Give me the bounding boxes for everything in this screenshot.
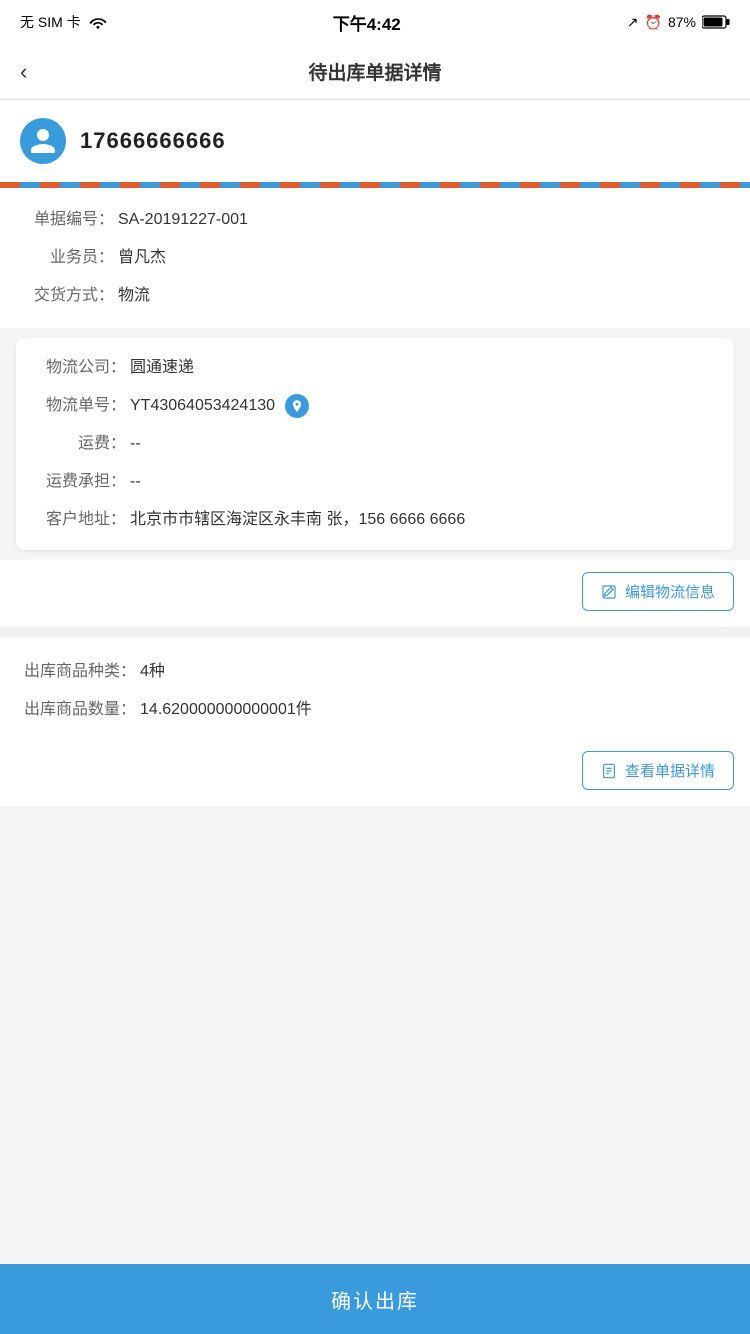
sales-person-value: 曾凡杰: [118, 246, 726, 270]
tracking-number-value: YT43064053424130: [130, 394, 275, 418]
address-value: 北京市市辖区海淀区永丰南 张，156 6666 6666: [130, 508, 714, 532]
address-label: 客户地址：: [36, 508, 126, 532]
battery-icon: [702, 15, 730, 29]
page-title: 待出库单据详情: [308, 58, 441, 85]
location-pin-button[interactable]: [285, 394, 309, 418]
customer-phone: 17666666666: [80, 128, 226, 154]
edit-icon: [601, 584, 617, 600]
logistics-card: 物流公司： 圆通速递 物流单号： YT43064053424130 运费： --…: [16, 338, 734, 550]
status-bar: 无 SIM 卡 下午4:42 ↗ ⏰ 87%: [0, 0, 750, 44]
freight-bearer-value: --: [130, 470, 714, 494]
delivery-method-label: 交货方式：: [24, 284, 114, 308]
tracking-number-row: 物流单号： YT43064053424130: [36, 394, 714, 418]
document-number-label: 单据编号：: [24, 208, 114, 232]
product-quantity-value: 14.620000000000001件: [140, 695, 312, 719]
battery-text: 87%: [668, 14, 696, 30]
alarm-icon: ⏰: [645, 14, 662, 31]
document-icon: [601, 763, 617, 779]
product-quantity-row: 出库商品数量： 14.620000000000001件: [24, 695, 726, 719]
freight-bearer-label: 运费承担：: [36, 470, 126, 494]
product-category-row: 出库商品种类： 4种: [24, 657, 726, 681]
document-number-value: SA-20191227-001: [118, 208, 726, 232]
bottom-spacer: [0, 806, 750, 886]
section-separator: [0, 627, 750, 637]
wifi-icon: [89, 15, 107, 29]
view-detail-button[interactable]: 查看单据详情: [582, 751, 734, 790]
delivery-method-row: 交货方式： 物流: [24, 284, 726, 308]
edit-btn-label: 编辑物流信息: [625, 581, 715, 602]
view-detail-btn-label: 查看单据详情: [625, 760, 715, 781]
confirm-btn-label: 确认出库: [331, 1285, 419, 1314]
product-quantity-label: 出库商品数量：: [24, 695, 136, 719]
confirm-button[interactable]: 确认出库: [0, 1264, 750, 1334]
logistics-company-label: 物流公司：: [36, 356, 126, 380]
customer-header: 17666666666: [0, 100, 750, 182]
document-number-row: 单据编号： SA-20191227-001: [24, 208, 726, 232]
status-bar-time: 下午4:42: [333, 10, 401, 35]
person-icon: [28, 126, 58, 156]
logistics-company-value: 圆通速递: [130, 356, 714, 380]
sales-person-row: 业务员： 曾凡杰: [24, 246, 726, 270]
nav-bar: ‹ 待出库单据详情: [0, 44, 750, 100]
logistics-company-row: 物流公司： 圆通速递: [36, 356, 714, 380]
freight-bearer-row: 运费承担： --: [36, 470, 714, 494]
freight-row: 运费： --: [36, 432, 714, 456]
freight-value: --: [130, 432, 714, 456]
status-bar-left: 无 SIM 卡: [20, 12, 107, 32]
edit-logistics-button[interactable]: 编辑物流信息: [582, 572, 734, 611]
tracking-number-label: 物流单号：: [36, 394, 126, 418]
tracking-row: YT43064053424130: [126, 394, 309, 418]
sales-person-label: 业务员：: [24, 246, 114, 270]
back-button[interactable]: ‹: [20, 51, 39, 93]
location-icon: ↗: [627, 14, 639, 31]
edit-btn-container: 编辑物流信息: [0, 560, 750, 627]
status-bar-right: ↗ ⏰ 87%: [627, 14, 730, 31]
product-category-label: 出库商品种类：: [24, 657, 136, 681]
product-section: 出库商品种类： 4种 出库商品数量： 14.620000000000001件: [0, 637, 750, 739]
carrier-text: 无 SIM 卡: [20, 12, 81, 32]
product-category-value: 4种: [140, 657, 165, 681]
address-row: 客户地址： 北京市市辖区海淀区永丰南 张，156 6666 6666: [36, 508, 714, 532]
order-info-section: 单据编号： SA-20191227-001 业务员： 曾凡杰 交货方式： 物流: [0, 188, 750, 328]
pin-icon: [290, 399, 304, 413]
view-detail-btn-container: 查看单据详情: [0, 739, 750, 806]
freight-label: 运费：: [36, 432, 126, 456]
avatar: [20, 118, 66, 164]
delivery-method-value: 物流: [118, 284, 726, 308]
